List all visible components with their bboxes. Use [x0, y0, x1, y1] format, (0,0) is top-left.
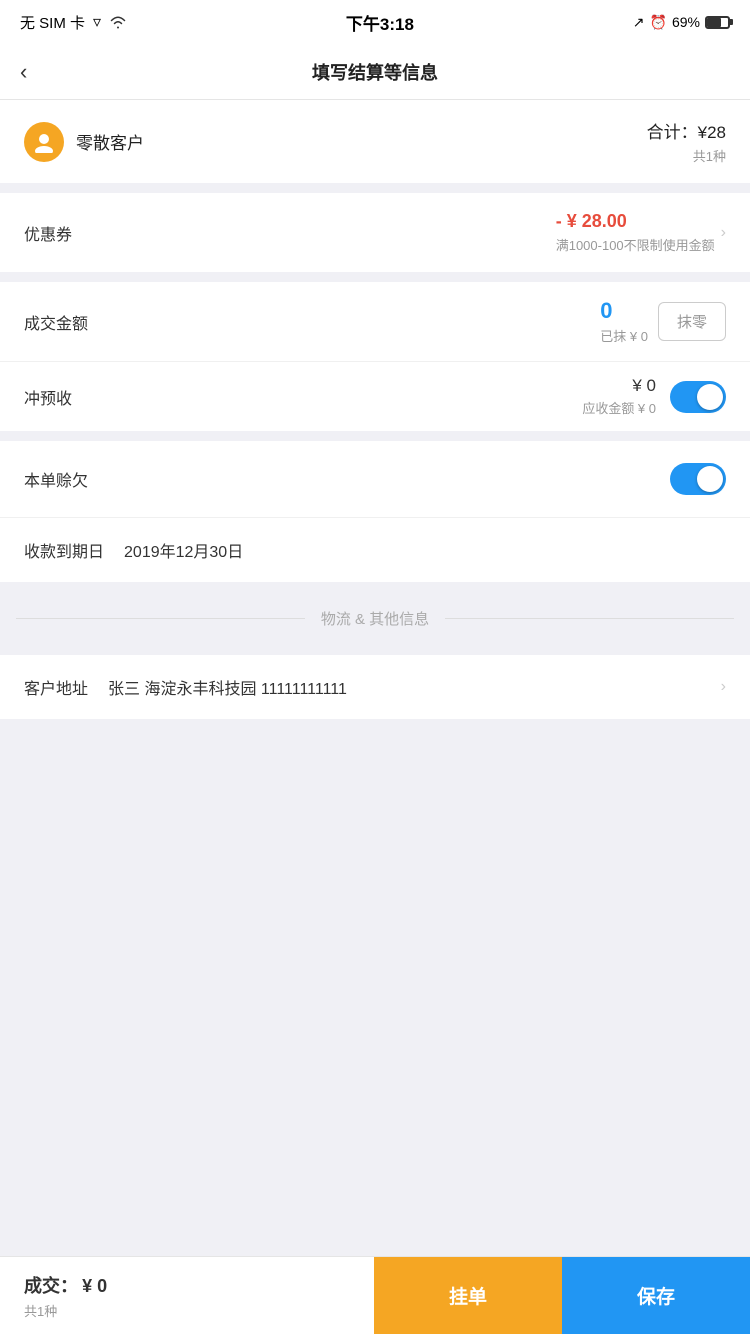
due-date-value: 2019年12月30日	[124, 538, 243, 562]
bottom-count: 共1种	[24, 1301, 350, 1320]
deal-amount-value: 0	[600, 298, 648, 324]
deal-amount-label: 成交金额	[24, 310, 88, 334]
address-label: 客户地址	[24, 675, 88, 699]
separator-line-right	[445, 618, 734, 619]
toggle-knob	[697, 384, 723, 410]
debit-toggle[interactable]	[670, 463, 726, 495]
coupon-row[interactable]: 优惠券 - ¥ 28.00 满1000-100不限制使用金额 ›	[0, 193, 750, 272]
coupon-section[interactable]: 优惠券 - ¥ 28.00 满1000-100不限制使用金额 ›	[0, 193, 750, 272]
save-button[interactable]: 保存	[562, 1257, 750, 1334]
battery-icon	[705, 16, 730, 29]
deal-amount-sub: 已抹 ¥ 0	[600, 326, 648, 345]
bottom-info: 成交： ¥ 0 共1种	[0, 1272, 374, 1320]
chevron-right-icon: ›	[721, 224, 726, 242]
total-count: 共1种	[647, 146, 726, 165]
nav-bar: ‹ 填写结算等信息	[0, 44, 750, 100]
status-right: ↗ ⏰ 69%	[633, 14, 730, 31]
due-date-label: 收款到期日	[24, 538, 104, 562]
total-amount: 合计：¥28	[647, 118, 726, 143]
debit-section: 本单赊欠 收款到期日 2019年12月30日	[0, 441, 750, 582]
debit-label: 本单赊欠	[24, 467, 88, 491]
pre-receive-row: 冲预收 ¥ 0 应收金额 ¥ 0	[0, 361, 750, 431]
pre-receive-label: 冲预收	[24, 385, 72, 409]
page-title: 填写结算等信息	[312, 59, 438, 85]
hold-button[interactable]: 挂单	[374, 1257, 562, 1334]
bottom-bar: 成交： ¥ 0 共1种 挂单 保存	[0, 1256, 750, 1334]
separator-label: 物流 & 其他信息	[321, 608, 429, 629]
pre-receive-sub: 应收金额 ¥ 0	[582, 398, 656, 417]
location-icon: ↗	[633, 14, 645, 31]
customer-row: 零散客户 合计：¥28 共1种	[0, 100, 750, 183]
address-section[interactable]: 客户地址 张三 海淀永丰科技园 11111111111 ›	[0, 655, 750, 719]
wifi-icon	[109, 15, 127, 29]
customer-left: 零散客户	[24, 122, 144, 162]
status-time: 下午3:18	[346, 10, 414, 35]
address-chevron-icon: ›	[721, 678, 726, 696]
address-value: 张三 海淀永丰科技园 11111111111	[108, 675, 721, 699]
pre-receive-right: ¥ 0 应收金额 ¥ 0	[582, 376, 726, 417]
customer-section: 零散客户 合计：¥28 共1种	[0, 100, 750, 183]
coupon-right: - ¥ 28.00 满1000-100不限制使用金额 ›	[556, 211, 726, 254]
battery-percent: 69%	[672, 14, 700, 30]
customer-totals: 合计：¥28 共1种	[647, 118, 726, 165]
deal-amount-block: 0 已抹 ¥ 0	[600, 298, 648, 345]
customer-avatar	[24, 122, 64, 162]
deal-label: 成交：	[24, 1276, 78, 1296]
coupon-label: 优惠券	[24, 221, 72, 245]
separator-line-left	[16, 618, 305, 619]
coupon-amount: - ¥ 28.00	[556, 211, 715, 232]
pre-receive-amount: ¥ 0	[582, 376, 656, 396]
bottom-deal-amount: 成交： ¥ 0	[24, 1272, 350, 1298]
deal-amount-right: 0 已抹 ¥ 0 抹零	[600, 298, 726, 345]
round-zero-button[interactable]: 抹零	[658, 302, 726, 341]
pre-receive-amount-block: ¥ 0 应收金额 ¥ 0	[582, 376, 656, 417]
content-area: 零散客户 合计：¥28 共1种 优惠券 - ¥ 28.00 满1000-100不…	[0, 100, 750, 809]
address-row[interactable]: 客户地址 张三 海淀永丰科技园 11111111111 ›	[0, 655, 750, 719]
status-bar: 无 SIM 卡 ▿ 下午3:18 ↗ ⏰ 69%	[0, 0, 750, 44]
due-date-row: 收款到期日 2019年12月30日	[0, 517, 750, 582]
deal-section: 成交金额 0 已抹 ¥ 0 抹零 冲预收 ¥ 0 应收金额 ¥ 0	[0, 282, 750, 431]
status-left: 无 SIM 卡 ▿	[20, 11, 127, 33]
customer-name: 零散客户	[76, 129, 144, 154]
debit-row: 本单赊欠	[0, 441, 750, 517]
toggle-knob-debit	[697, 466, 723, 492]
separator-section: 物流 & 其他信息	[0, 592, 750, 645]
deal-value: ¥ 0	[82, 1276, 107, 1296]
back-button[interactable]: ‹	[20, 59, 27, 85]
coupon-info: - ¥ 28.00 满1000-100不限制使用金额	[556, 211, 715, 254]
pre-receive-toggle[interactable]	[670, 381, 726, 413]
deal-amount-row: 成交金额 0 已抹 ¥ 0 抹零	[0, 282, 750, 361]
carrier-text: 无 SIM 卡	[20, 12, 85, 33]
coupon-description: 满1000-100不限制使用金额	[556, 235, 715, 254]
alarm-icon: ⏰	[650, 14, 667, 31]
user-icon	[33, 131, 55, 153]
wifi-icon: ▿	[93, 11, 101, 33]
